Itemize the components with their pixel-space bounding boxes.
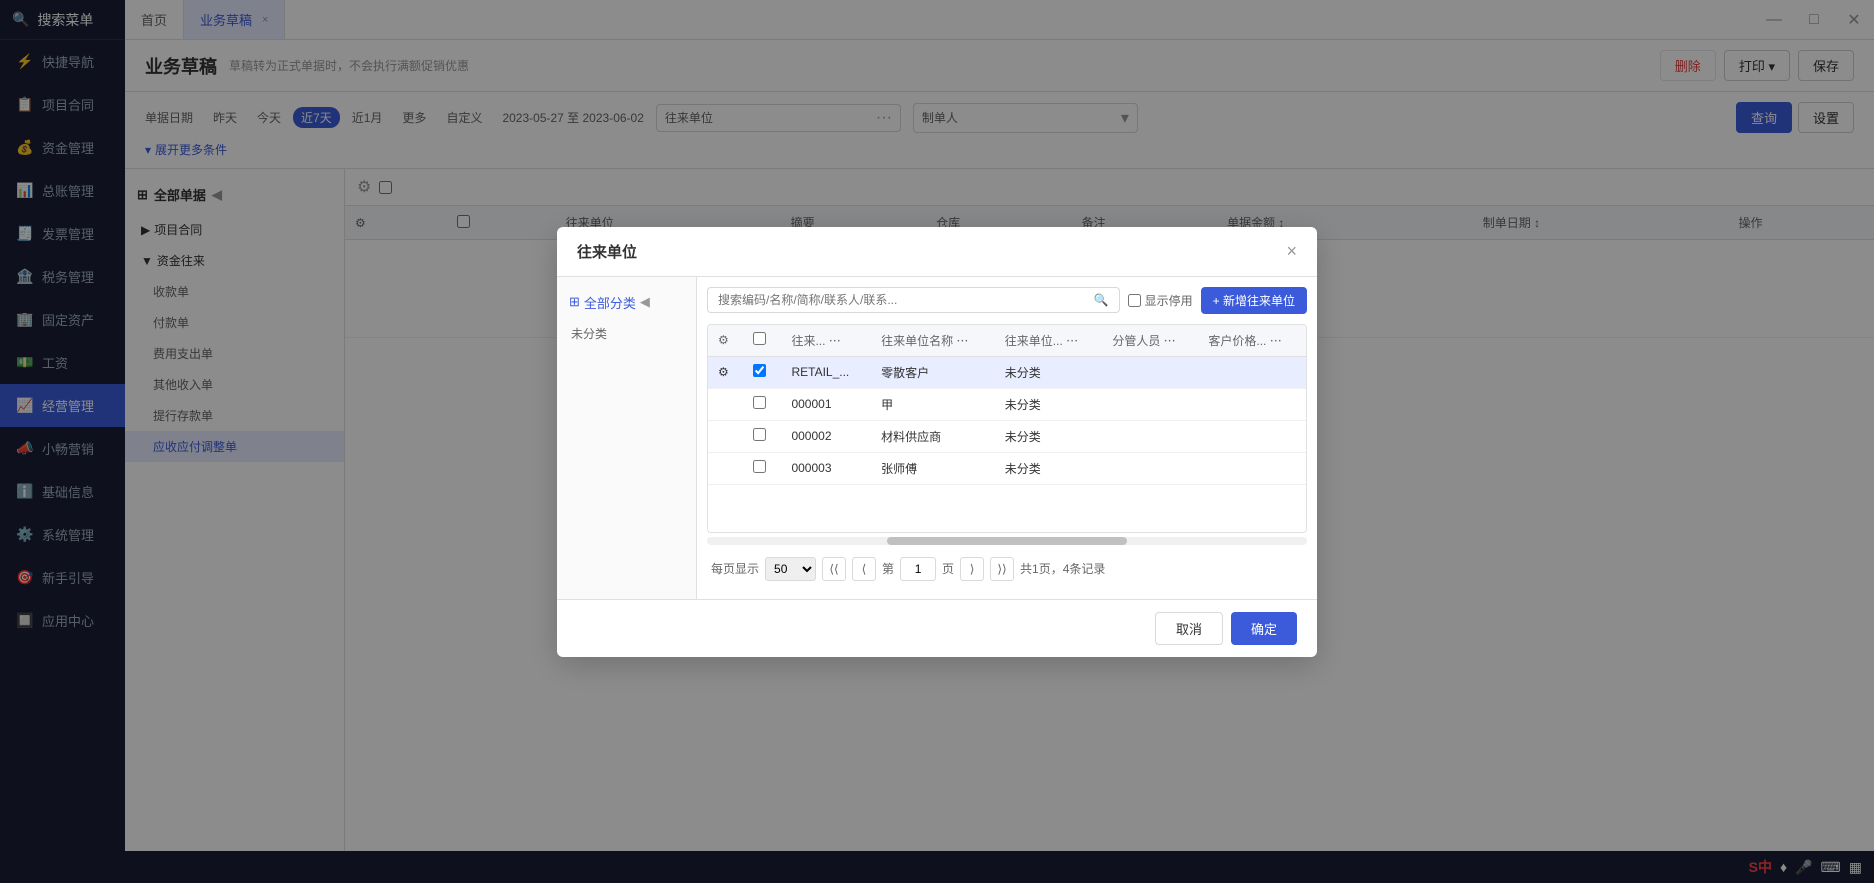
modal-table-row[interactable]: 000002 材料供应商 未分类 xyxy=(708,420,1306,452)
modal-search-field[interactable]: 🔍 xyxy=(707,287,1120,313)
modal-col-checkbox xyxy=(743,325,781,357)
grid-icon-small: ⊞ xyxy=(569,294,580,310)
modal-row-name: 张师傅 xyxy=(871,452,995,484)
modal-row-code: 000001 xyxy=(781,388,871,420)
modal-row-code: RETAIL_... xyxy=(781,356,871,388)
modal-all-category-label[interactable]: 全部分类 xyxy=(584,293,636,312)
modal-row-manager xyxy=(1102,452,1198,484)
modal-row-price xyxy=(1198,452,1306,484)
next-page-button[interactable]: ⟩ xyxy=(960,557,984,581)
modal-row-settings: ⚙ xyxy=(708,356,743,388)
show-disabled-label[interactable]: 显示停用 xyxy=(1128,292,1193,309)
modal-row-code: 000003 xyxy=(781,452,871,484)
modal-col-settings: ⚙ xyxy=(708,325,743,357)
show-disabled-checkbox[interactable] xyxy=(1128,294,1141,307)
modal-row-settings xyxy=(708,388,743,420)
modal-row-checkbox[interactable] xyxy=(753,364,766,377)
modal-table-row[interactable]: 000001 甲 未分类 xyxy=(708,388,1306,420)
modal-row-name: 甲 xyxy=(871,388,995,420)
modal-cat-unclassified[interactable]: 未分类 xyxy=(557,318,696,349)
modal-table-wrapper: ⚙ 往来... ⋯ 往来单位名称 ⋯ 往来单位... ⋯ 分管人员 ⋯ 客户价格… xyxy=(707,324,1307,533)
per-page-select[interactable]: 50 20 100 xyxy=(765,557,816,581)
search-icon: 🔍 xyxy=(1094,293,1109,307)
modal-category-panel: ⊞ 全部分类 ◀ 未分类 xyxy=(557,277,697,599)
modal-right-panel: 🔍 显示停用 + 新增往来单位 ⚙ 往来... ⋯ 往来单位名 xyxy=(697,277,1317,599)
modal-col-name: 往来单位名称 ⋯ xyxy=(871,325,995,357)
modal-row-category: 未分类 xyxy=(995,420,1103,452)
modal-table-row[interactable]: ⚙ RETAIL_... 零散客户 未分类 xyxy=(708,356,1306,388)
cancel-button[interactable]: 取消 xyxy=(1155,612,1223,645)
confirm-button[interactable]: 确定 xyxy=(1231,612,1297,645)
modal-col-manager: 分管人员 ⋯ xyxy=(1102,325,1198,357)
page-unit-label: 页 xyxy=(942,560,954,577)
last-page-button[interactable]: ⟩⟩ xyxy=(990,557,1014,581)
modal-row-name: 零散客户 xyxy=(871,356,995,388)
page-number-input[interactable] xyxy=(900,557,936,581)
modal-row-manager xyxy=(1102,420,1198,452)
prev-page-button[interactable]: ⟨ xyxy=(852,557,876,581)
add-partner-button[interactable]: + 新增往来单位 xyxy=(1201,287,1307,314)
first-page-button[interactable]: ⟨⟨ xyxy=(822,557,846,581)
modal-row-price xyxy=(1198,388,1306,420)
modal-row-checkbox[interactable] xyxy=(753,460,766,473)
modal-panel-collapse-icon[interactable]: ◀ xyxy=(640,294,650,310)
modal-row-manager xyxy=(1102,388,1198,420)
modal-row-settings xyxy=(708,452,743,484)
modal-footer: 取消 确定 xyxy=(557,599,1317,657)
modal-body: ⊞ 全部分类 ◀ 未分类 🔍 显示停用 + 新增往来单位 xyxy=(557,277,1317,599)
modal-row-checkbox[interactable] xyxy=(753,396,766,409)
modal-row-category: 未分类 xyxy=(995,356,1103,388)
modal-table-row[interactable]: 000003 张师傅 未分类 xyxy=(708,452,1306,484)
modal-row-price xyxy=(1198,420,1306,452)
modal-col-category: 往来单位... ⋯ xyxy=(995,325,1103,357)
total-records-label: 共1页，4条记录 xyxy=(1020,560,1105,577)
modal-row-code: 000002 xyxy=(781,420,871,452)
partner-modal: 往来单位 × ⊞ 全部分类 ◀ 未分类 🔍 显示停用 xyxy=(557,227,1317,657)
modal-table: ⚙ 往来... ⋯ 往来单位名称 ⋯ 往来单位... ⋯ 分管人员 ⋯ 客户价格… xyxy=(708,325,1306,485)
modal-close-button[interactable]: × xyxy=(1286,241,1297,262)
modal-row-category: 未分类 xyxy=(995,452,1103,484)
page-label: 第 xyxy=(882,560,894,577)
modal-row-price xyxy=(1198,356,1306,388)
modal-row-category: 未分类 xyxy=(995,388,1103,420)
modal-row-checkbox[interactable] xyxy=(753,428,766,441)
show-disabled-text: 显示停用 xyxy=(1145,292,1193,309)
modal-header-checkbox[interactable] xyxy=(753,332,766,345)
modal-header: 往来单位 × xyxy=(557,227,1317,277)
modal-search-row: 🔍 显示停用 + 新增往来单位 xyxy=(707,287,1307,314)
modal-col-price: 客户价格... ⋯ xyxy=(1198,325,1306,357)
modal-row-name: 材料供应商 xyxy=(871,420,995,452)
modal-scrollbar[interactable] xyxy=(707,537,1307,545)
per-page-label: 每页显示 xyxy=(711,560,759,577)
modal-row-manager xyxy=(1102,356,1198,388)
modal-title: 往来单位 xyxy=(577,241,637,262)
modal-scrollbar-thumb xyxy=(887,537,1127,545)
modal-category-header: ⊞ 全部分类 ◀ xyxy=(557,287,696,318)
modal-col-code: 往来... ⋯ xyxy=(781,325,871,357)
modal-search-input[interactable] xyxy=(718,293,1088,307)
modal-pagination: 每页显示 50 20 100 ⟨⟨ ⟨ 第 页 ⟩ ⟩⟩ 共1页，4条记录 xyxy=(707,549,1307,589)
modal-row-settings xyxy=(708,420,743,452)
